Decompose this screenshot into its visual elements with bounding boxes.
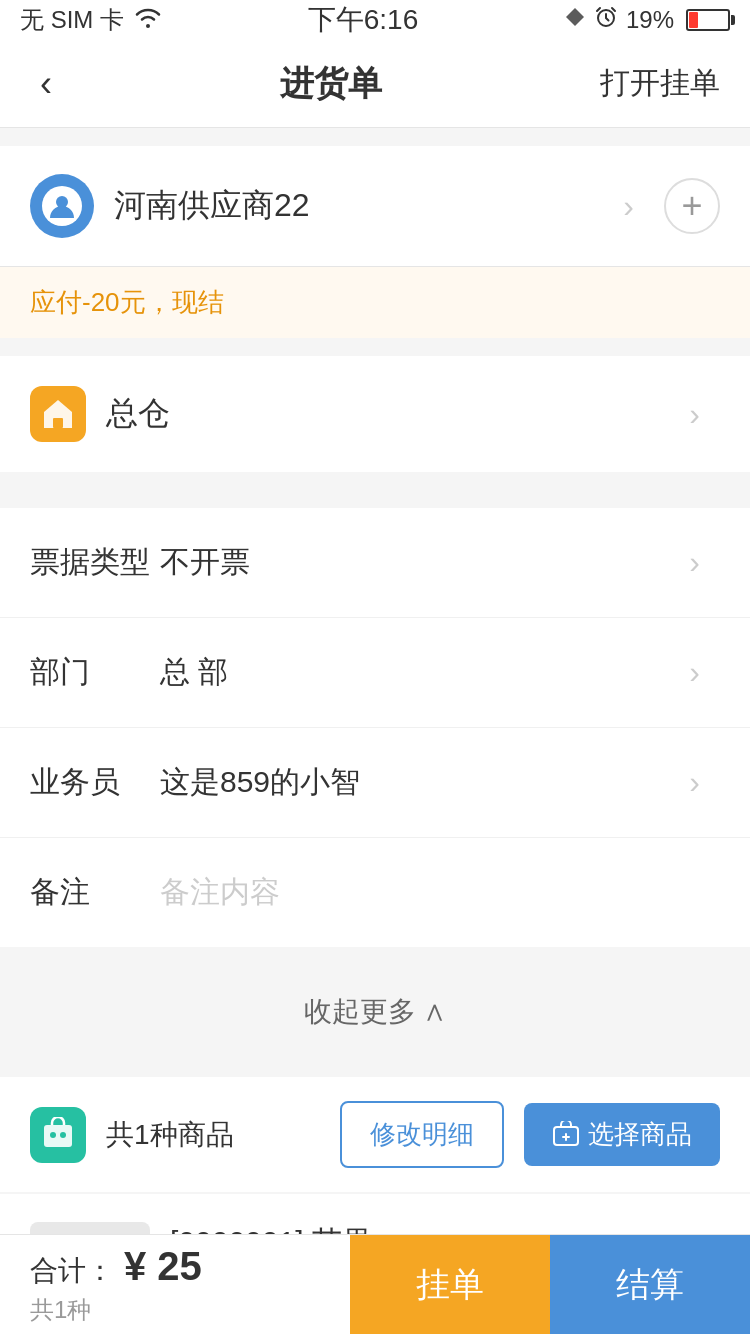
total-count: 共1种 bbox=[30, 1294, 320, 1326]
hang-button[interactable]: 挂单 bbox=[350, 1235, 550, 1334]
battery-icon bbox=[686, 9, 730, 31]
svg-rect-2 bbox=[53, 418, 63, 428]
battery-text: 19% bbox=[626, 6, 674, 34]
wifi-icon bbox=[134, 6, 162, 34]
svg-point-5 bbox=[60, 1132, 66, 1138]
select-product-label: 选择商品 bbox=[588, 1117, 692, 1152]
nav-bar: ‹ 进货单 打开挂单 bbox=[0, 40, 750, 128]
products-header: 共1种商品 修改明细 选择商品 bbox=[0, 1077, 750, 1192]
total-label: 合计： bbox=[30, 1252, 114, 1290]
dept-row[interactable]: 部门 总 部 › bbox=[0, 618, 750, 728]
alarm-icon bbox=[594, 5, 618, 35]
status-bar: 无 SIM 卡 下午6:16 19% bbox=[0, 0, 750, 40]
dept-value: 总 部 bbox=[160, 652, 689, 693]
remark-placeholder: 备注内容 bbox=[160, 872, 720, 913]
form-section: 票据类型 不开票 › 部门 总 部 › 业务员 这是859的小智 › 备注 备注… bbox=[0, 508, 750, 947]
collapse-bar[interactable]: 收起更多 ∧ bbox=[0, 965, 750, 1059]
select-product-button[interactable]: 选择商品 bbox=[524, 1103, 720, 1166]
page-title: 进货单 bbox=[280, 61, 382, 107]
supplier-row[interactable]: 河南供应商22 › + bbox=[0, 146, 750, 267]
warehouse-icon bbox=[30, 386, 86, 442]
warehouse-chevron-icon: › bbox=[689, 396, 700, 433]
supplier-avatar bbox=[30, 174, 94, 238]
svg-rect-3 bbox=[44, 1125, 72, 1147]
ticket-type-chevron-icon: › bbox=[689, 544, 700, 581]
salesman-row[interactable]: 业务员 这是859的小智 › bbox=[0, 728, 750, 838]
total-amount: ¥ 25 bbox=[124, 1244, 202, 1289]
remark-label: 备注 bbox=[30, 872, 160, 913]
back-button[interactable]: ‹ bbox=[30, 53, 62, 115]
dept-label: 部门 bbox=[30, 652, 160, 693]
supplier-notice: 应付-20元，现结 bbox=[0, 267, 750, 338]
status-left: 无 SIM 卡 bbox=[20, 4, 162, 36]
svg-point-4 bbox=[50, 1132, 56, 1138]
footer-total: 合计： ¥ 25 共1种 bbox=[0, 1235, 350, 1334]
ticket-type-row[interactable]: 票据类型 不开票 › bbox=[0, 508, 750, 618]
products-icon bbox=[30, 1107, 86, 1163]
add-supplier-button[interactable]: + bbox=[664, 178, 720, 234]
status-right: 19% bbox=[564, 5, 730, 35]
supplier-section: 河南供应商22 › + 应付-20元，现结 bbox=[0, 146, 750, 338]
checkout-label: 结算 bbox=[616, 1262, 684, 1308]
ticket-type-label: 票据类型 bbox=[30, 542, 160, 583]
collapse-label: 收起更多 ∧ bbox=[304, 996, 447, 1027]
remark-row[interactable]: 备注 备注内容 bbox=[0, 838, 750, 947]
warehouse-row[interactable]: 总仓 › bbox=[0, 356, 750, 472]
open-hang-button[interactable]: 打开挂单 bbox=[600, 63, 720, 104]
location-icon bbox=[564, 6, 586, 34]
supplier-chevron-icon: › bbox=[623, 188, 634, 225]
salesman-value: 这是859的小智 bbox=[160, 762, 689, 803]
supplier-name: 河南供应商22 bbox=[114, 184, 623, 228]
status-time: 下午6:16 bbox=[308, 1, 419, 39]
footer: 合计： ¥ 25 共1种 挂单 结算 bbox=[0, 1234, 750, 1334]
warehouse-section: 总仓 › bbox=[0, 356, 750, 472]
carrier-text: 无 SIM 卡 bbox=[20, 4, 124, 36]
dept-chevron-icon: › bbox=[689, 654, 700, 691]
warehouse-name: 总仓 bbox=[106, 392, 689, 436]
checkout-button[interactable]: 结算 bbox=[550, 1235, 750, 1334]
salesman-chevron-icon: › bbox=[689, 764, 700, 801]
ticket-type-value: 不开票 bbox=[160, 542, 689, 583]
edit-detail-button[interactable]: 修改明细 bbox=[340, 1101, 504, 1168]
product-count-label: 共1种商品 bbox=[106, 1116, 320, 1154]
hang-label: 挂单 bbox=[416, 1262, 484, 1308]
salesman-label: 业务员 bbox=[30, 762, 160, 803]
